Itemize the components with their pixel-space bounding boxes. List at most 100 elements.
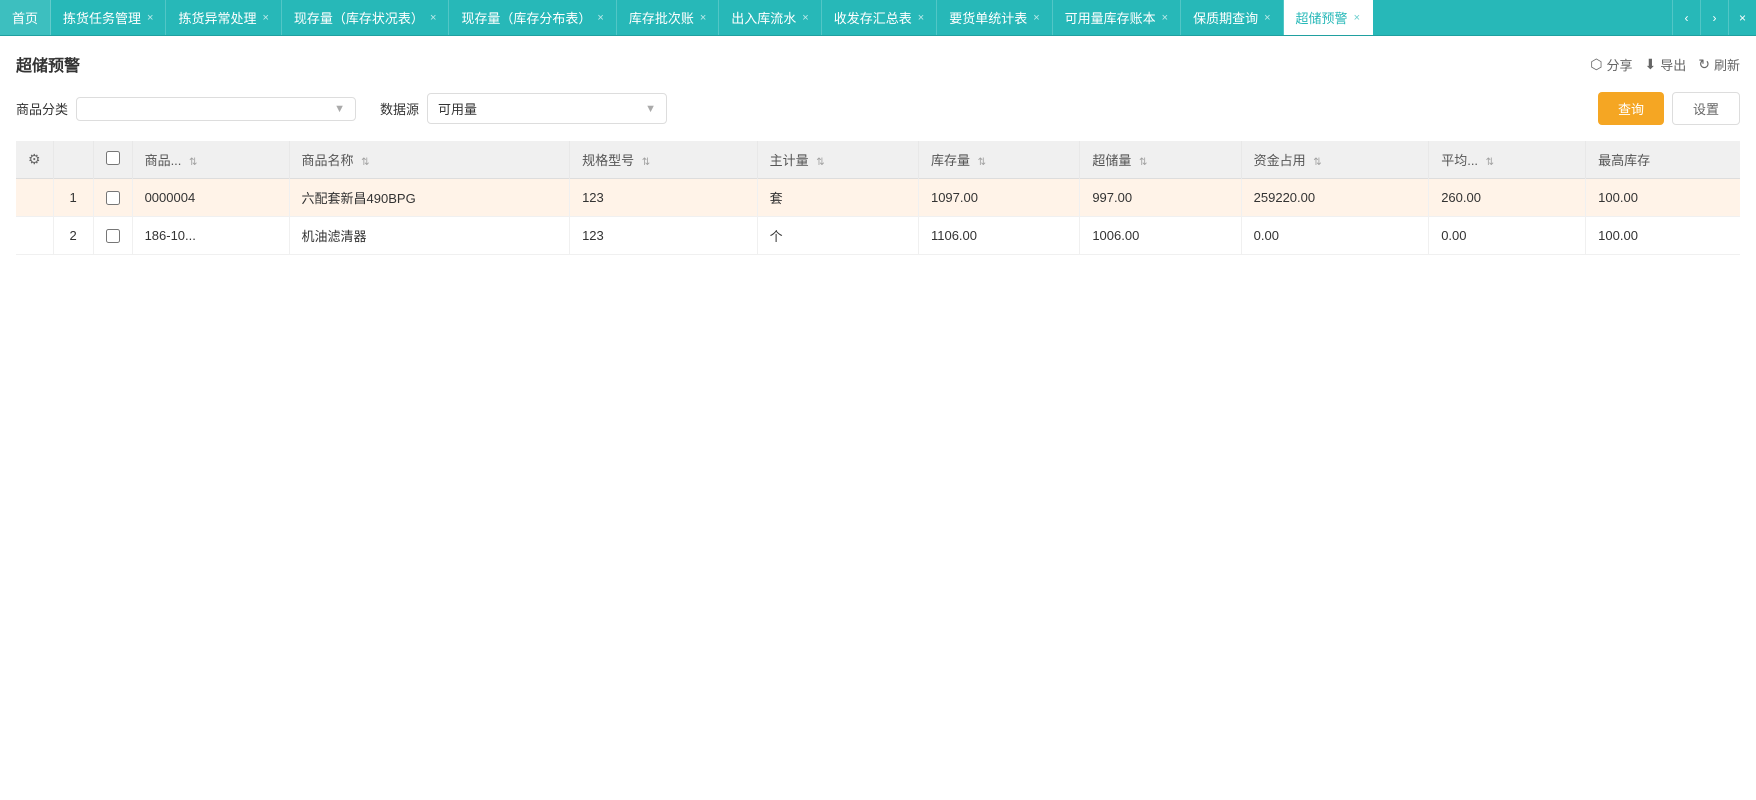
- row-avg: 260.00: [1429, 179, 1586, 217]
- row-stock: 1097.00: [918, 179, 1079, 217]
- header-actions: ⬡ 分享 ⬇ 导出 ↻ 刷新: [1590, 55, 1740, 74]
- col-overstock[interactable]: 超储量 ⇅: [1080, 141, 1241, 179]
- col-settings: ⚙: [16, 141, 53, 179]
- row-capital: 0.00: [1241, 217, 1429, 255]
- col-product-name[interactable]: 商品名称 ⇅: [289, 141, 570, 179]
- page-header: 超储预警 ⬡ 分享 ⬇ 导出 ↻ 刷新: [16, 52, 1740, 76]
- close-tab-inout-flow[interactable]: ×: [802, 12, 808, 24]
- col-capital[interactable]: 资金占用 ⇅: [1241, 141, 1429, 179]
- col-max-stock[interactable]: 最高库存: [1586, 141, 1740, 179]
- close-tab-task-mgmt[interactable]: ×: [147, 12, 153, 24]
- nav-tab-overstock-warning[interactable]: 超储预警 ×: [1284, 0, 1373, 35]
- settings-button[interactable]: 设置: [1672, 92, 1740, 125]
- row-product-code: 0000004: [132, 179, 289, 217]
- top-nav: 首页 拣货任务管理 × 拣货异常处理 × 现存量（库存状况表） × 现存量（库存…: [0, 0, 1756, 36]
- datasource-label: 数据源: [380, 99, 419, 118]
- nav-arrows: ‹ › ×: [1672, 0, 1756, 36]
- chevron-down-icon: ▼: [334, 103, 345, 115]
- close-tab-available-ledger[interactable]: ×: [1162, 12, 1168, 24]
- row-spec: 123: [570, 217, 758, 255]
- nav-tab-inventory-dist[interactable]: 现存量（库存分布表） ×: [449, 0, 616, 35]
- row-settings: [16, 179, 53, 217]
- close-tab-order-stats[interactable]: ×: [1033, 12, 1039, 24]
- select-all-checkbox[interactable]: [106, 151, 120, 165]
- row-unit: 套: [757, 179, 918, 217]
- filter-row: 商品分类 ▼ 数据源 可用量 ▼ 查询 设置: [16, 92, 1740, 125]
- row-checkbox[interactable]: [106, 229, 120, 243]
- sort-icon-product-code: ⇅: [189, 157, 197, 168]
- nav-tab-inout-flow[interactable]: 出入库流水 ×: [719, 0, 821, 35]
- row-spec: 123: [570, 179, 758, 217]
- row-checkbox-cell: [93, 179, 132, 217]
- row-stock: 1106.00: [918, 217, 1079, 255]
- category-label: 商品分类: [16, 99, 68, 118]
- nav-arrow-close[interactable]: ×: [1728, 0, 1756, 36]
- sort-icon-product-name: ⇅: [361, 157, 369, 168]
- close-tab-abnormal[interactable]: ×: [262, 12, 268, 24]
- category-filter: 商品分类 ▼: [16, 97, 356, 121]
- row-max-stock: 100.00: [1586, 179, 1740, 217]
- nav-tab-quality-check[interactable]: 保质期查询 ×: [1181, 0, 1283, 35]
- nav-arrow-right[interactable]: ›: [1700, 0, 1728, 36]
- datasource-filter: 数据源 可用量 ▼: [380, 93, 667, 124]
- col-product-code[interactable]: 商品... ⇅: [132, 141, 289, 179]
- close-tab-batch-account[interactable]: ×: [700, 12, 706, 24]
- nav-arrow-left[interactable]: ‹: [1672, 0, 1700, 36]
- col-checkbox-header: [93, 141, 132, 179]
- datasource-value: 可用量: [438, 99, 477, 118]
- row-checkbox[interactable]: [106, 191, 120, 205]
- row-product-code: 186-10...: [132, 217, 289, 255]
- nav-tab-batch-account[interactable]: 库存批次账 ×: [617, 0, 719, 35]
- data-table: ⚙ 商品... ⇅ 商品名称 ⇅ 规格型号 ⇅: [16, 141, 1740, 255]
- row-capital: 259220.00: [1241, 179, 1429, 217]
- close-tab-inventory-status[interactable]: ×: [430, 12, 436, 24]
- col-avg[interactable]: 平均... ⇅: [1429, 141, 1586, 179]
- close-tab-inventory-dist[interactable]: ×: [597, 12, 603, 24]
- row-product-name: 六配套新昌490BPG: [289, 179, 570, 217]
- nav-tab-receipt-summary[interactable]: 收发存汇总表 ×: [822, 0, 937, 35]
- datasource-select[interactable]: 可用量 ▼: [427, 93, 667, 124]
- category-select[interactable]: ▼: [76, 97, 356, 121]
- sort-icon-avg: ⇅: [1486, 157, 1494, 168]
- share-action[interactable]: ⬡ 分享: [1590, 55, 1632, 74]
- col-spec[interactable]: 规格型号 ⇅: [570, 141, 758, 179]
- nav-tab-task-mgmt[interactable]: 拣货任务管理 ×: [51, 0, 166, 35]
- row-overstock: 1006.00: [1080, 217, 1241, 255]
- nav-tab-available-ledger[interactable]: 可用量库存账本 ×: [1053, 0, 1181, 35]
- export-action[interactable]: ⬇ 导出: [1645, 55, 1687, 74]
- sort-icon-stock: ⇅: [978, 157, 986, 168]
- table-row: 1 0000004 六配套新昌490BPG 123 套 1097.00 997.…: [16, 179, 1740, 217]
- query-button[interactable]: 查询: [1598, 92, 1664, 125]
- sort-icon-spec: ⇅: [642, 157, 650, 168]
- filter-actions: 查询 设置: [1598, 92, 1740, 125]
- row-index: 2: [53, 217, 93, 255]
- row-overstock: 997.00: [1080, 179, 1241, 217]
- chevron-down-icon-2: ▼: [645, 103, 656, 115]
- close-tab-receipt-summary[interactable]: ×: [918, 12, 924, 24]
- row-index: 1: [53, 179, 93, 217]
- nav-tab-order-stats[interactable]: 要货单统计表 ×: [937, 0, 1052, 35]
- export-icon: ⬇: [1645, 56, 1657, 73]
- row-product-name: 机油滤清器: [289, 217, 570, 255]
- nav-tab-home[interactable]: 首页: [0, 0, 51, 35]
- settings-gear-icon[interactable]: ⚙: [28, 151, 41, 167]
- refresh-icon: ↻: [1698, 56, 1710, 73]
- nav-tab-abnormal[interactable]: 拣货异常处理 ×: [166, 0, 281, 35]
- sort-icon-overstock: ⇅: [1139, 157, 1147, 168]
- page-title: 超储预警: [16, 52, 80, 76]
- row-settings: [16, 217, 53, 255]
- table-header-row: ⚙ 商品... ⇅ 商品名称 ⇅ 规格型号 ⇅: [16, 141, 1740, 179]
- share-icon: ⬡: [1590, 56, 1602, 73]
- sort-icon-unit: ⇅: [816, 157, 824, 168]
- refresh-action[interactable]: ↻ 刷新: [1698, 55, 1740, 74]
- col-stock[interactable]: 库存量 ⇅: [918, 141, 1079, 179]
- col-unit[interactable]: 主计量 ⇅: [757, 141, 918, 179]
- nav-tab-inventory-status[interactable]: 现存量（库存状况表） ×: [282, 0, 449, 35]
- row-max-stock: 100.00: [1586, 217, 1740, 255]
- col-index: [53, 141, 93, 179]
- close-tab-quality-check[interactable]: ×: [1264, 12, 1270, 24]
- close-tab-overstock-warning[interactable]: ×: [1354, 12, 1360, 24]
- sort-icon-capital: ⇅: [1313, 157, 1321, 168]
- row-unit: 个: [757, 217, 918, 255]
- row-avg: 0.00: [1429, 217, 1586, 255]
